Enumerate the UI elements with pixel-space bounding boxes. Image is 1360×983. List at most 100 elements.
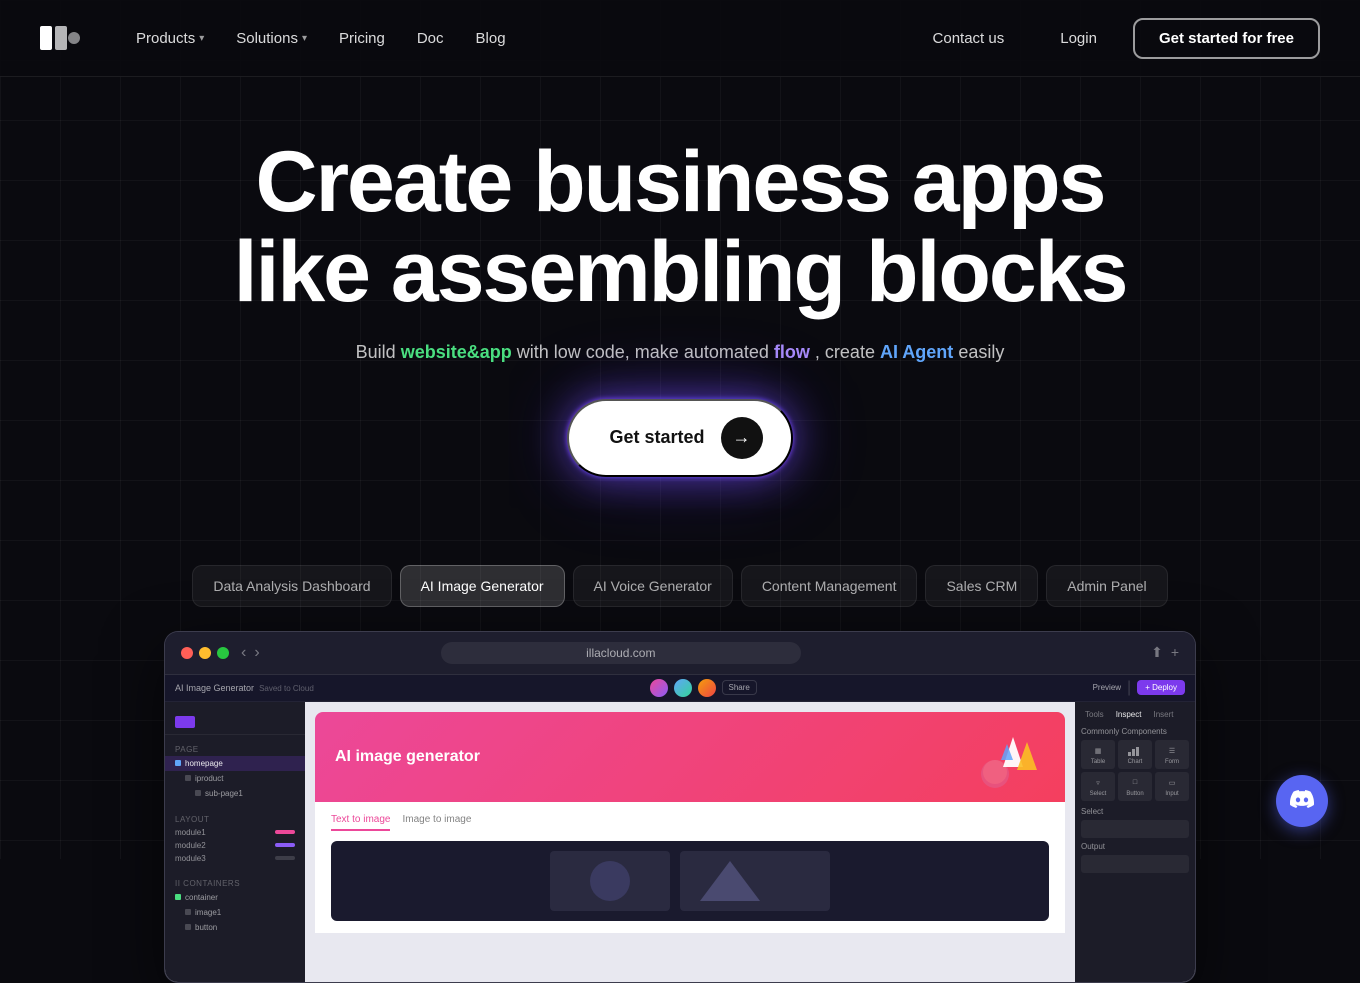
- table-icon: ▦: [1083, 744, 1113, 758]
- forward-icon[interactable]: ›: [254, 644, 259, 662]
- app-topbar-right: Preview | + Deploy: [1093, 679, 1185, 697]
- right-panel-tabs: Tools Inspect Insert: [1081, 708, 1189, 721]
- canvas-inner: AI image generator: [315, 712, 1065, 972]
- page-icon: [195, 790, 201, 796]
- browser-url-bar[interactable]: illacloud.com: [441, 642, 801, 664]
- highlight-ai-agent: AI Agent: [880, 342, 953, 362]
- nav-products[interactable]: Products ▾: [122, 22, 218, 55]
- image-icon: [185, 909, 191, 915]
- nav-products-label: Products: [136, 30, 195, 47]
- navigation: Products ▾ Solutions ▾ Pricing Doc Blog …: [0, 0, 1360, 77]
- tab-content-management[interactable]: Content Management: [741, 565, 918, 607]
- sidebar-image1[interactable]: image1: [175, 905, 305, 920]
- layout-module2[interactable]: module2: [165, 839, 305, 852]
- contact-button[interactable]: Contact us: [913, 22, 1025, 55]
- right-tab-tools[interactable]: Tools: [1081, 708, 1108, 721]
- canvas-body: Text to image Image to image: [315, 802, 1065, 933]
- layout-label: LAYOUT: [165, 809, 305, 826]
- share-icon[interactable]: ⬆: [1151, 644, 1163, 661]
- component-input[interactable]: ▭ Input: [1155, 772, 1189, 801]
- layout-module1[interactable]: module1: [165, 826, 305, 839]
- nav-doc-label: Doc: [417, 30, 444, 47]
- get-started-hero-button[interactable]: Get started →: [567, 399, 792, 477]
- button-icon: [185, 924, 191, 930]
- avatar-3: [698, 679, 716, 697]
- nav-right: Contact us Login Get started for free: [913, 18, 1320, 59]
- canvas-tabs: Text to image Image to image: [331, 814, 1049, 831]
- input-icon: ▭: [1157, 776, 1187, 790]
- form-icon: ☰: [1157, 744, 1187, 758]
- arrow-icon: →: [721, 417, 763, 459]
- app-right-panel: Tools Inspect Insert Commonly Components…: [1075, 702, 1195, 982]
- avatar-1: [650, 679, 668, 697]
- share-button[interactable]: Share: [722, 680, 757, 695]
- right-tab-insert[interactable]: Insert: [1149, 708, 1177, 721]
- hero-line2: like assembling blocks: [234, 224, 1127, 320]
- traffic-light-green: [217, 647, 229, 659]
- canvas-tab-image-to-image[interactable]: Image to image: [402, 814, 471, 831]
- get-started-nav-button[interactable]: Get started for free: [1133, 18, 1320, 59]
- component-table[interactable]: ▦ Table: [1081, 740, 1115, 769]
- cta-label: Get started: [609, 427, 704, 448]
- logo[interactable]: [40, 18, 82, 58]
- tab-ai-voice-generator[interactable]: AI Voice Generator: [573, 565, 733, 607]
- container-icon: [175, 894, 181, 900]
- nav-items: Products ▾ Solutions ▾ Pricing Doc Blog: [122, 22, 520, 55]
- select-section-label: Select: [1081, 807, 1189, 816]
- traffic-light-yellow: [199, 647, 211, 659]
- output-area: [1081, 855, 1189, 873]
- browser-mockup: ‹ › illacloud.com ⬆ + AI Image Generator…: [164, 631, 1196, 983]
- nav-doc[interactable]: Doc: [403, 22, 458, 55]
- nav-blog[interactable]: Blog: [462, 22, 520, 55]
- right-tab-inspect[interactable]: Inspect: [1112, 708, 1146, 721]
- app-topbar: AI Image Generator Saved to Cloud Share …: [165, 675, 1195, 702]
- tab-admin-panel[interactable]: Admin Panel: [1046, 565, 1167, 607]
- sidebar-page-homepage[interactable]: homepage: [165, 756, 305, 771]
- sidebar-button1[interactable]: button: [175, 920, 305, 935]
- nav-solutions[interactable]: Solutions ▾: [222, 22, 321, 55]
- layout-bar-default: [275, 856, 295, 860]
- canvas-tab-text-to-image[interactable]: Text to image: [331, 814, 390, 831]
- back-icon[interactable]: ‹: [241, 644, 246, 662]
- layout-bar-purple: [275, 843, 295, 847]
- deploy-button[interactable]: + Deploy: [1137, 680, 1185, 695]
- sidebar-header: [165, 710, 305, 735]
- component-button[interactable]: □ Button: [1118, 772, 1152, 801]
- tab-data-analysis[interactable]: Data Analysis Dashboard: [192, 565, 391, 607]
- app-logo-small: [175, 716, 195, 728]
- login-button[interactable]: Login: [1040, 22, 1117, 55]
- chevron-down-icon: ▾: [199, 33, 204, 44]
- nav-left: Products ▾ Solutions ▾ Pricing Doc Blog: [40, 18, 520, 58]
- chart-icon: [1120, 744, 1150, 758]
- nav-pricing[interactable]: Pricing: [325, 22, 399, 55]
- highlight-flow: flow: [774, 342, 810, 362]
- select-dropdown[interactable]: [1081, 820, 1189, 838]
- tab-sales-crm[interactable]: Sales CRM: [925, 565, 1038, 607]
- component-chart[interactable]: Chart: [1118, 740, 1152, 769]
- hero-line1: Create business apps: [255, 134, 1104, 230]
- canvas-title: AI image generator: [335, 748, 480, 766]
- sidebar-page-product[interactable]: iproduct: [175, 771, 305, 786]
- avatar-2: [674, 679, 692, 697]
- discord-button[interactable]: [1276, 775, 1328, 827]
- preview-button[interactable]: Preview: [1093, 683, 1121, 692]
- button-component-icon: □: [1120, 776, 1150, 790]
- component-select[interactable]: ▿ Select: [1081, 772, 1115, 801]
- tab-ai-image-generator[interactable]: AI Image Generator: [400, 565, 565, 607]
- output-section-label: Output: [1081, 842, 1189, 851]
- canvas-header: AI image generator: [315, 712, 1065, 802]
- new-tab-icon[interactable]: +: [1171, 644, 1179, 661]
- component-grid: ▦ Table Chart ☰ Form ▿ Select: [1081, 740, 1189, 801]
- highlight-website-app: website&app: [401, 342, 512, 362]
- select-icon: ▿: [1083, 776, 1113, 790]
- sidebar-page-subpage[interactable]: sub-page1: [185, 786, 305, 801]
- chevron-down-icon: ▾: [302, 33, 307, 44]
- app-topbar-title: AI Image Generator Saved to Cloud: [175, 683, 314, 693]
- page-icon: [175, 760, 181, 766]
- app-topbar-center: Share: [650, 679, 757, 697]
- layout-bar-pink: [275, 830, 295, 834]
- layout-module3[interactable]: module3: [165, 852, 305, 865]
- sidebar-container1[interactable]: container: [165, 890, 305, 905]
- component-form[interactable]: ☰ Form: [1155, 740, 1189, 769]
- demo-tabs: Data Analysis Dashboard AI Image Generat…: [0, 565, 1360, 607]
